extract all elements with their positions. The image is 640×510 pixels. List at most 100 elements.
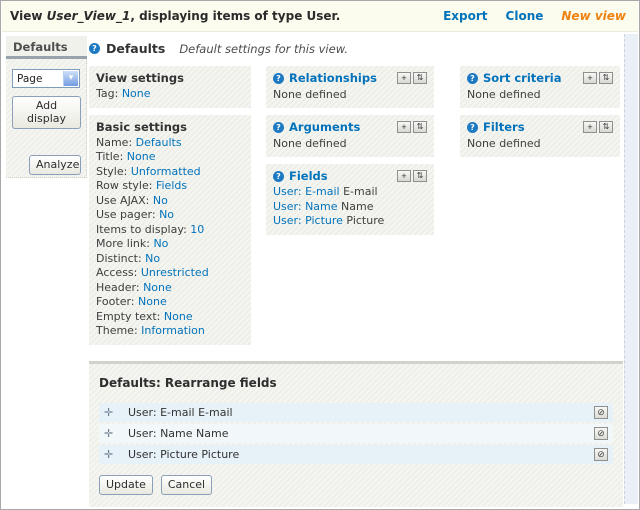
remove-icon[interactable]: ⊘ [594, 426, 608, 440]
filters-title-link[interactable]: Filters [483, 120, 525, 134]
display-sidebar: Defaults Page ▾ Add display Analyze [6, 36, 87, 178]
display-controls-panel: Page ▾ Add display Analyze [6, 59, 87, 178]
basic-settings-title: Basic settings [96, 119, 187, 134]
export-link[interactable]: Export [443, 9, 487, 23]
setting-value-link[interactable]: None [127, 150, 156, 163]
add-icon[interactable]: + [583, 72, 597, 84]
setting-value-link[interactable]: No [159, 208, 174, 221]
setting-row: Header: None [96, 281, 244, 296]
add-display-button[interactable]: Add display [12, 96, 81, 129]
relationships-empty: None defined [273, 88, 347, 101]
setting-value-link[interactable]: Unformatted [131, 165, 201, 178]
setting-row: Title: None [96, 150, 244, 165]
display-type-select[interactable]: Page ▾ [12, 69, 80, 88]
setting-row: Theme: Information [96, 324, 244, 339]
setting-label: Theme: [96, 324, 138, 337]
sort-criteria-box: ? Sort criteria + ⇅ None defined [460, 66, 620, 108]
clone-link[interactable]: Clone [506, 9, 544, 23]
setting-value-link[interactable]: None [143, 281, 172, 294]
field-label-text: Picture [346, 214, 385, 227]
setting-label: Row style: [96, 179, 153, 192]
setting-value-link[interactable]: None [138, 295, 167, 308]
relationships-title-link[interactable]: Relationships [289, 71, 377, 85]
add-icon[interactable]: + [397, 72, 411, 84]
add-icon[interactable]: + [583, 121, 597, 133]
setting-label: Items to display: [96, 222, 187, 236]
setting-label: Access: [96, 266, 138, 279]
basic-settings-box: Basic settings Name: Defaults Title: Non… [89, 114, 251, 345]
setting-value-link[interactable]: No [153, 237, 168, 250]
setting-row: Distinct: No [96, 252, 244, 267]
view-header-bar: View User_View_1, displaying items of ty… [2, 1, 638, 32]
help-icon[interactable]: ? [273, 121, 284, 133]
add-icon[interactable]: + [397, 170, 411, 182]
field-label-text: E-mail [343, 185, 378, 198]
rearrange-icon[interactable]: ⇅ [413, 121, 427, 133]
view-settings-box: View settings Tag: None [89, 66, 251, 108]
setting-value-link[interactable]: None [164, 310, 193, 323]
sort-criteria-title-link[interactable]: Sort criteria [483, 71, 561, 85]
setting-value-link[interactable]: None [122, 87, 151, 100]
setting-row: Use pager: No [96, 208, 244, 223]
setting-row: Empty text: None [96, 310, 244, 325]
remove-icon[interactable]: ⊘ [594, 405, 608, 419]
field-link[interactable]: User: Picture [273, 214, 343, 227]
help-icon[interactable]: ? [89, 43, 100, 54]
help-icon[interactable]: ? [273, 72, 284, 84]
sort-criteria-empty: None defined [467, 88, 541, 101]
setting-value-link[interactable]: Defaults [136, 136, 182, 149]
new-view-link[interactable]: New view [561, 9, 626, 23]
tab-defaults[interactable]: Defaults [6, 36, 87, 56]
setting-label: Use pager: [96, 208, 156, 221]
field-link[interactable]: User: Name [273, 200, 338, 213]
basic-settings-head: Basic settings [96, 120, 244, 134]
page-right-strip [624, 34, 638, 504]
fields-title-link[interactable]: Fields [289, 169, 328, 183]
sort-criteria-buttons: + ⇅ [583, 72, 613, 84]
relationships-box: ? Relationships + ⇅ None defined [266, 66, 434, 108]
help-icon[interactable]: ? [467, 121, 478, 133]
setting-label: More link: [96, 237, 150, 250]
display-header-description: Default settings for this view. [179, 41, 349, 56]
setting-value-link[interactable]: No [145, 252, 160, 265]
setting-row: More link: No [96, 237, 244, 252]
add-icon[interactable]: + [397, 121, 411, 133]
views-ui-page: View User_View_1, displaying items of ty… [0, 0, 640, 510]
drag-handle-icon[interactable]: ✛ [104, 427, 118, 440]
remove-icon[interactable]: ⊘ [594, 447, 608, 461]
analyze-button[interactable]: Analyze [29, 155, 81, 175]
rearrange-row: ✛ User: Name Name ⊘ [99, 423, 613, 443]
help-icon[interactable]: ? [273, 170, 284, 182]
setting-value-link[interactable]: 10 [190, 223, 204, 236]
setting-value-link[interactable]: Unrestricted [141, 266, 209, 279]
rearrange-row: ✛ User: Picture Picture ⊘ [99, 444, 613, 464]
view-title-suffix: , displaying items of type User. [130, 9, 341, 23]
setting-row: Use AJAX: No [96, 194, 244, 209]
setting-label: Empty text: [96, 309, 161, 323]
arguments-buttons: + ⇅ [397, 121, 427, 133]
setting-label: Tag: [96, 87, 119, 100]
rearrange-row-label: User: E-mail E-mail [128, 405, 233, 419]
chevron-down-icon: ▾ [63, 71, 78, 86]
setting-label: Use AJAX: [96, 193, 150, 207]
field-row: User: E-mail E-mail [273, 185, 427, 200]
rearrange-icon[interactable]: ⇅ [599, 121, 613, 133]
arguments-title-link[interactable]: Arguments [289, 120, 360, 134]
relationships-head: ? Relationships + ⇅ [273, 71, 427, 85]
rearrange-icon[interactable]: ⇅ [413, 72, 427, 84]
relationships-buttons: + ⇅ [397, 72, 427, 84]
drag-handle-icon[interactable]: ✛ [104, 406, 118, 419]
help-icon[interactable]: ? [467, 72, 478, 84]
drag-handle-icon[interactable]: ✛ [104, 448, 118, 461]
setting-value-link[interactable]: Fields [156, 179, 187, 192]
setting-value-link[interactable]: No [153, 194, 168, 207]
rearrange-icon[interactable]: ⇅ [413, 170, 427, 182]
field-link[interactable]: User: E-mail [273, 185, 340, 198]
update-button[interactable]: Update [99, 474, 153, 495]
field-row: User: Name Name [273, 200, 427, 215]
field-label-text: Name [341, 199, 374, 213]
cancel-button[interactable]: Cancel [160, 474, 213, 495]
rearrange-icon[interactable]: ⇅ [599, 72, 613, 84]
setting-value-link[interactable]: Information [141, 324, 205, 337]
rearrange-row-label: User: Picture Picture [128, 447, 240, 461]
